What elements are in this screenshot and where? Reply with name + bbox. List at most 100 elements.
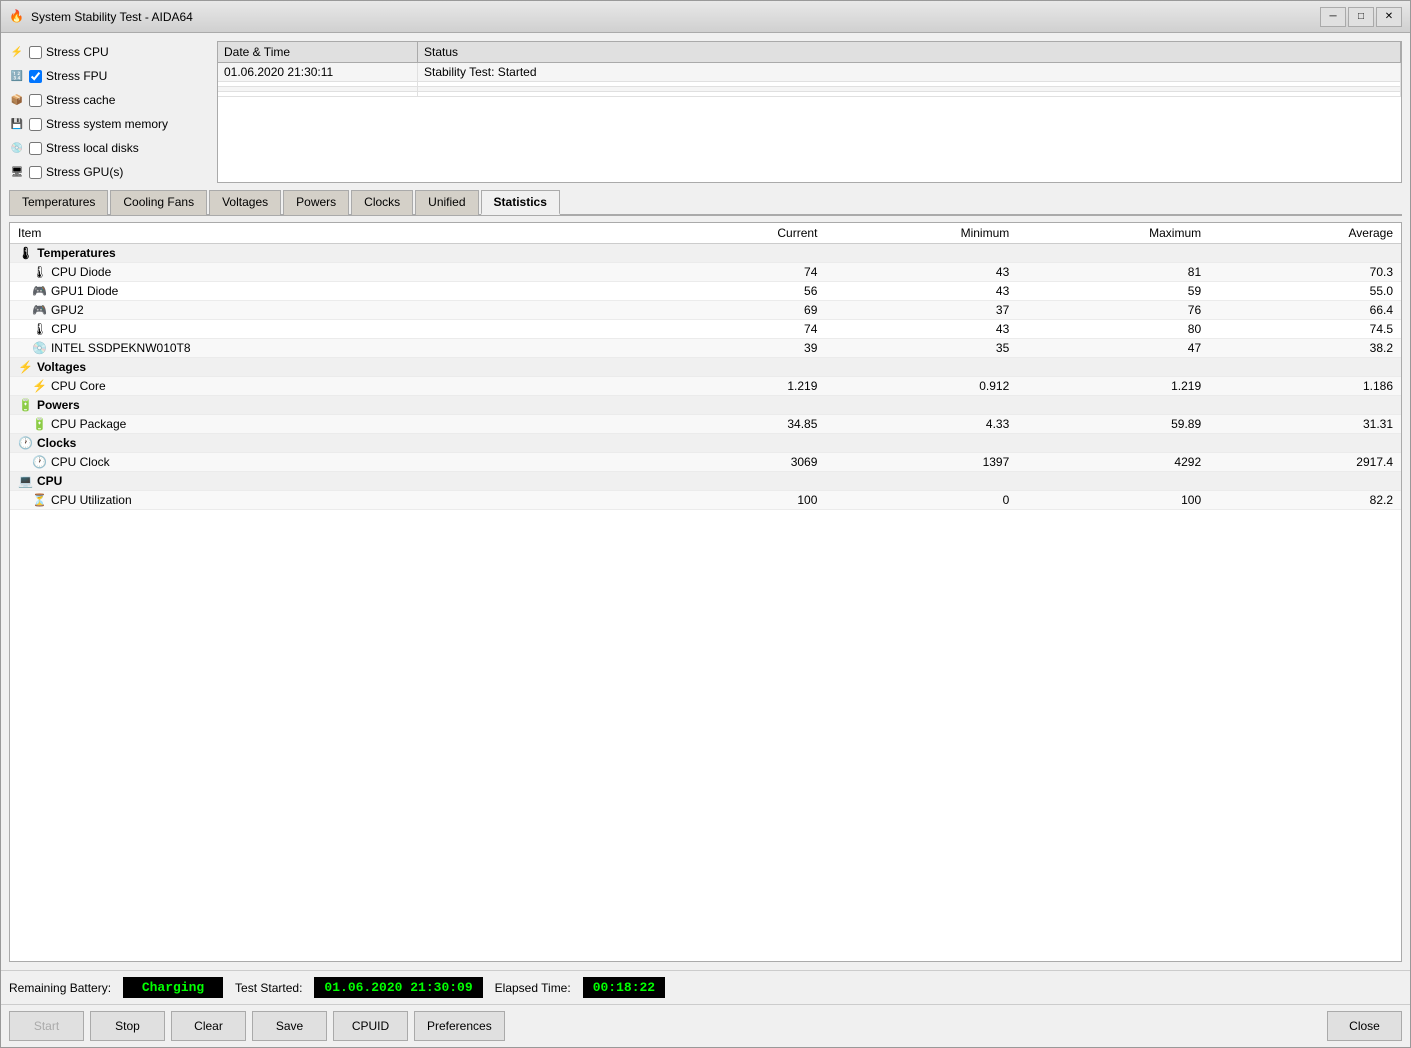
group-label: ⚡Voltages xyxy=(10,358,634,377)
stats-item-row: 🕐CPU Clock 3069 1397 4292 2917.4 xyxy=(10,453,1401,472)
stats-header-row: Item Current Minimum Maximum Average xyxy=(10,223,1401,244)
item-minimum: 1397 xyxy=(825,453,1017,472)
battery-value: Charging xyxy=(123,977,223,998)
stress-icon-cache: 📦 xyxy=(9,92,25,108)
tab-statistics[interactable]: Statistics xyxy=(481,190,560,215)
item-maximum: 1.219 xyxy=(1017,377,1209,396)
tab-powers[interactable]: Powers xyxy=(283,190,349,215)
stats-item-row: 🎮GPU1 Diode 56 43 59 55.0 xyxy=(10,282,1401,301)
stress-label-memory: Stress system memory xyxy=(46,117,168,131)
stats-item-row: 💿INTEL SSDPEKNW010T8 39 35 47 38.2 xyxy=(10,339,1401,358)
log-col-status: Status xyxy=(418,42,1401,62)
stress-label-cpu: Stress CPU xyxy=(46,45,109,59)
item-current: 100 xyxy=(634,491,826,510)
item-average: 2917.4 xyxy=(1209,453,1401,472)
clear-button[interactable]: Clear xyxy=(171,1011,246,1041)
stress-checkbox-memory[interactable] xyxy=(29,118,42,131)
stress-option-cpu: ⚡ Stress CPU xyxy=(9,41,209,63)
group-label: 🔋Powers xyxy=(10,396,634,415)
tab-cooling-fans[interactable]: Cooling Fans xyxy=(110,190,207,215)
stop-button[interactable]: Stop xyxy=(90,1011,165,1041)
close-button[interactable]: Close xyxy=(1327,1011,1402,1041)
stress-checkbox-disk[interactable] xyxy=(29,142,42,155)
stats-item-row: 🔋CPU Package 34.85 4.33 59.89 31.31 xyxy=(10,415,1401,434)
item-average: 1.186 xyxy=(1209,377,1401,396)
log-header: Date & Time Status xyxy=(218,42,1401,63)
group-label: 🌡Temperatures xyxy=(10,244,634,263)
item-name: 🔋CPU Package xyxy=(10,415,634,434)
minimize-button[interactable]: ─ xyxy=(1320,7,1346,27)
item-minimum: 43 xyxy=(825,282,1017,301)
stats-table: Item Current Minimum Maximum Average 🌡Te… xyxy=(10,223,1401,510)
log-row xyxy=(218,92,1401,97)
stress-label-cache: Stress cache xyxy=(46,93,115,107)
log-panel: Date & Time Status 01.06.2020 21:30:11 S… xyxy=(217,41,1402,183)
stats-item-row: 🌡CPU 74 43 80 74.5 xyxy=(10,320,1401,339)
log-cell-status xyxy=(418,87,1401,91)
stress-option-gpu: 🖥 Stress GPU(s) xyxy=(9,161,209,183)
stress-checkbox-gpu[interactable] xyxy=(29,166,42,179)
close-window-button[interactable]: ✕ xyxy=(1376,7,1402,27)
item-name: 🎮GPU2 xyxy=(10,301,634,320)
item-minimum: 0.912 xyxy=(825,377,1017,396)
col-item: Item xyxy=(10,223,634,244)
stress-label-gpu: Stress GPU(s) xyxy=(46,165,123,179)
item-current: 1.219 xyxy=(634,377,826,396)
start-button[interactable]: Start xyxy=(9,1011,84,1041)
tab-unified[interactable]: Unified xyxy=(415,190,478,215)
log-cell-datetime: 01.06.2020 21:30:11 xyxy=(218,63,418,81)
stress-checkbox-fpu[interactable] xyxy=(29,70,42,83)
log-cell-datetime xyxy=(218,92,418,96)
item-current: 39 xyxy=(634,339,826,358)
main-window: 🔥 System Stability Test - AIDA64 ─ □ ✕ ⚡… xyxy=(0,0,1411,1048)
item-current: 74 xyxy=(634,320,826,339)
item-minimum: 43 xyxy=(825,320,1017,339)
group-label: 💻CPU xyxy=(10,472,634,491)
save-button[interactable]: Save xyxy=(252,1011,327,1041)
item-current: 3069 xyxy=(634,453,826,472)
elapsed-label: Elapsed Time: xyxy=(495,981,571,995)
col-average: Average xyxy=(1209,223,1401,244)
item-average: 82.2 xyxy=(1209,491,1401,510)
tab-clocks[interactable]: Clocks xyxy=(351,190,413,215)
item-minimum: 43 xyxy=(825,263,1017,282)
restore-button[interactable]: □ xyxy=(1348,7,1374,27)
stats-item-row: 🎮GPU2 69 37 76 66.4 xyxy=(10,301,1401,320)
col-maximum: Maximum xyxy=(1017,223,1209,244)
tabs-section: TemperaturesCooling FansVoltagesPowersCl… xyxy=(9,189,1402,216)
item-name: ⏳CPU Utilization xyxy=(10,491,634,510)
preferences-button[interactable]: Preferences xyxy=(414,1011,505,1041)
item-minimum: 37 xyxy=(825,301,1017,320)
item-average: 38.2 xyxy=(1209,339,1401,358)
stats-group-row: 🕐Clocks xyxy=(10,434,1401,453)
tab-voltages[interactable]: Voltages xyxy=(209,190,281,215)
cpuid-button[interactable]: CPUID xyxy=(333,1011,408,1041)
log-col-datetime: Date & Time xyxy=(218,42,418,62)
stress-option-disk: 💿 Stress local disks xyxy=(9,137,209,159)
status-bar: Remaining Battery: Charging Test Started… xyxy=(1,970,1410,1004)
stress-icon-disk: 💿 xyxy=(9,140,25,156)
log-cell-status: Stability Test: Started xyxy=(418,63,1401,81)
item-maximum: 80 xyxy=(1017,320,1209,339)
title-bar: 🔥 System Stability Test - AIDA64 ─ □ ✕ xyxy=(1,1,1410,33)
stress-option-memory: 💾 Stress system memory xyxy=(9,113,209,135)
stress-checkbox-cache[interactable] xyxy=(29,94,42,107)
window-controls: ─ □ ✕ xyxy=(1320,7,1402,27)
action-bar: Start Stop Clear Save CPUID Preferences … xyxy=(1,1004,1410,1047)
stress-option-fpu: 🔢 Stress FPU xyxy=(9,65,209,87)
log-cell-datetime xyxy=(218,87,418,91)
log-cell-status xyxy=(418,82,1401,86)
item-current: 69 xyxy=(634,301,826,320)
stats-body: 🌡Temperatures 🌡CPU Diode 74 43 81 70.3 🎮… xyxy=(10,244,1401,510)
stats-group-row: 💻CPU xyxy=(10,472,1401,491)
stress-checkbox-cpu[interactable] xyxy=(29,46,42,59)
item-average: 66.4 xyxy=(1209,301,1401,320)
stats-group-row: 🌡Temperatures xyxy=(10,244,1401,263)
stats-group-row: 🔋Powers xyxy=(10,396,1401,415)
stats-table-container[interactable]: Item Current Minimum Maximum Average 🌡Te… xyxy=(9,222,1402,962)
item-current: 74 xyxy=(634,263,826,282)
item-minimum: 4.33 xyxy=(825,415,1017,434)
tab-temperatures[interactable]: Temperatures xyxy=(9,190,108,215)
window-title: System Stability Test - AIDA64 xyxy=(31,10,1320,24)
item-average: 70.3 xyxy=(1209,263,1401,282)
